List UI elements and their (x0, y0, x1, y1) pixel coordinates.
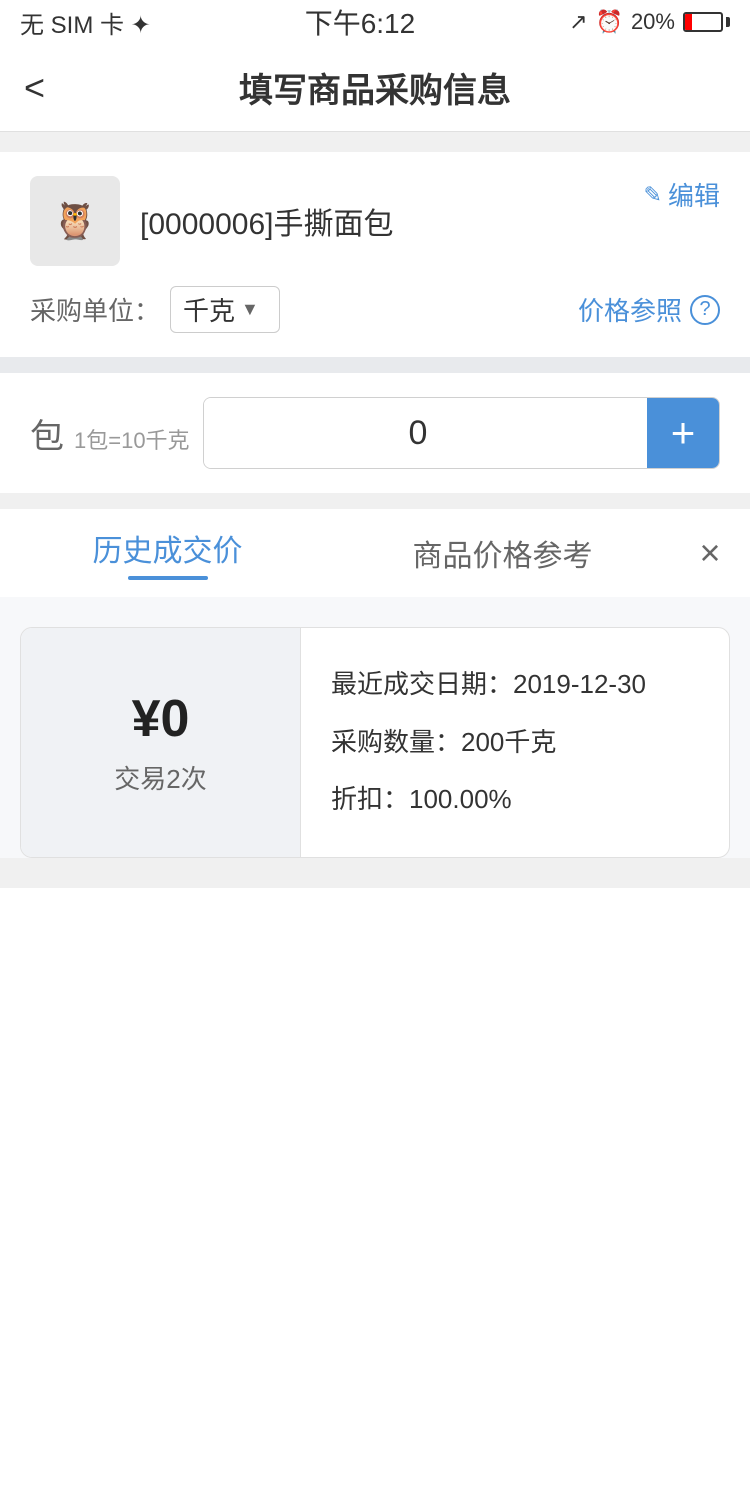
quantity-unit-sub: 1包=10千克 (74, 423, 190, 455)
trade-detail-date-value: 2019-12-30 (513, 669, 646, 699)
trade-detail-qty-value: 200千克 (461, 727, 556, 757)
section-divider (0, 357, 750, 373)
edit-label: 编辑 (668, 176, 720, 213)
trade-left-panel: ¥0 交易2次 (21, 628, 301, 857)
unit-label: 采购单位： (30, 291, 160, 328)
battery-percent: 20% (631, 9, 675, 35)
trade-price: ¥0 (132, 689, 190, 749)
dropdown-arrow-icon: ▼ (241, 299, 259, 320)
tabs-row: 历史成交价 商品价格参考 × (0, 509, 750, 597)
quantity-plus-button[interactable]: + (647, 398, 719, 468)
tab-history-price-label: 历史成交价 (93, 526, 243, 570)
trade-detail-qty-label: 采购数量： (331, 727, 461, 757)
product-thumbnail: 🦉 (30, 176, 120, 266)
tab-history-price[interactable]: 历史成交价 (0, 509, 335, 597)
trade-detail-date-label: 最近成交日期： (331, 669, 513, 699)
product-left: 🦉 [0000006]手撕面包 (30, 176, 393, 266)
price-ref-button[interactable]: 价格参照 ? (578, 291, 720, 328)
trade-card: ¥0 交易2次 最近成交日期：2019-12-30 采购数量：200千克 折扣：… (20, 627, 730, 858)
quantity-unit-main: 包 (30, 409, 64, 458)
alarm-icon: ⏰ (596, 9, 623, 35)
trade-detail-discount: 折扣：100.00% (331, 779, 699, 821)
trade-detail-discount-value: 100.00% (409, 784, 512, 814)
unit-select[interactable]: 千克 ▼ (170, 286, 280, 333)
quantity-row: 包 1包=10千克 + (0, 373, 750, 493)
edit-button[interactable]: ✎ 编辑 (644, 176, 720, 213)
edit-icon: ✎ (644, 182, 662, 208)
trade-count: 交易2次 (114, 759, 206, 796)
product-header: 🦉 [0000006]手撕面包 ✎ 编辑 (30, 176, 720, 266)
battery-indicator (683, 12, 730, 32)
product-card: 🦉 [0000006]手撕面包 ✎ 编辑 采购单位： 千克 ▼ 价格参照 ? (0, 152, 750, 357)
tab-product-price-ref[interactable]: 商品价格参考 (335, 509, 670, 597)
status-time: 下午6:12 (305, 2, 416, 42)
unit-value: 千克 (183, 291, 235, 328)
tab-active-indicator (128, 576, 208, 580)
trade-right-panel: 最近成交日期：2019-12-30 采购数量：200千克 折扣：100.00% (301, 628, 729, 857)
product-name: [0000006]手撕面包 (140, 199, 393, 243)
unit-left: 采购单位： 千克 ▼ (30, 286, 280, 333)
location-icon: ↗ (569, 9, 587, 35)
trade-currency: ¥ (132, 690, 161, 748)
trade-detail-qty: 采购数量：200千克 (331, 722, 699, 764)
trade-detail-date: 最近成交日期：2019-12-30 (331, 664, 699, 706)
trade-price-value: 0 (161, 690, 190, 748)
status-right: ↗ ⏰ 20% (569, 9, 730, 35)
trade-detail-discount-label: 折扣： (331, 784, 409, 814)
quantity-input-group: + (203, 397, 720, 469)
status-left: 无 SIM 卡 ✦ (20, 5, 151, 40)
price-ref-label: 价格参照 (578, 291, 682, 328)
quantity-label: 包 1包=10千克 (30, 409, 190, 458)
bottom-sheet: 历史成交价 商品价格参考 × ¥0 交易2次 最近成交日期：2019-12-30… (0, 509, 750, 858)
product-unit-row: 采购单位： 千克 ▼ 价格参照 ? (30, 286, 720, 333)
quantity-input[interactable] (204, 398, 647, 468)
tab-product-price-ref-label: 商品价格参考 (413, 531, 593, 575)
page-title: 填写商品采购信息 (239, 63, 511, 112)
status-bar: 无 SIM 卡 ✦ 下午6:12 ↗ ⏰ 20% (0, 0, 750, 44)
tab-close-button[interactable]: × (670, 532, 750, 574)
nav-bar: < 填写商品采购信息 (0, 44, 750, 132)
price-ref-help-icon: ? (690, 295, 720, 325)
product-icon: 🦉 (53, 200, 98, 242)
empty-area (0, 888, 750, 1488)
sim-label: 无 SIM 卡 ✦ (20, 5, 151, 40)
back-button[interactable]: < (24, 67, 45, 109)
